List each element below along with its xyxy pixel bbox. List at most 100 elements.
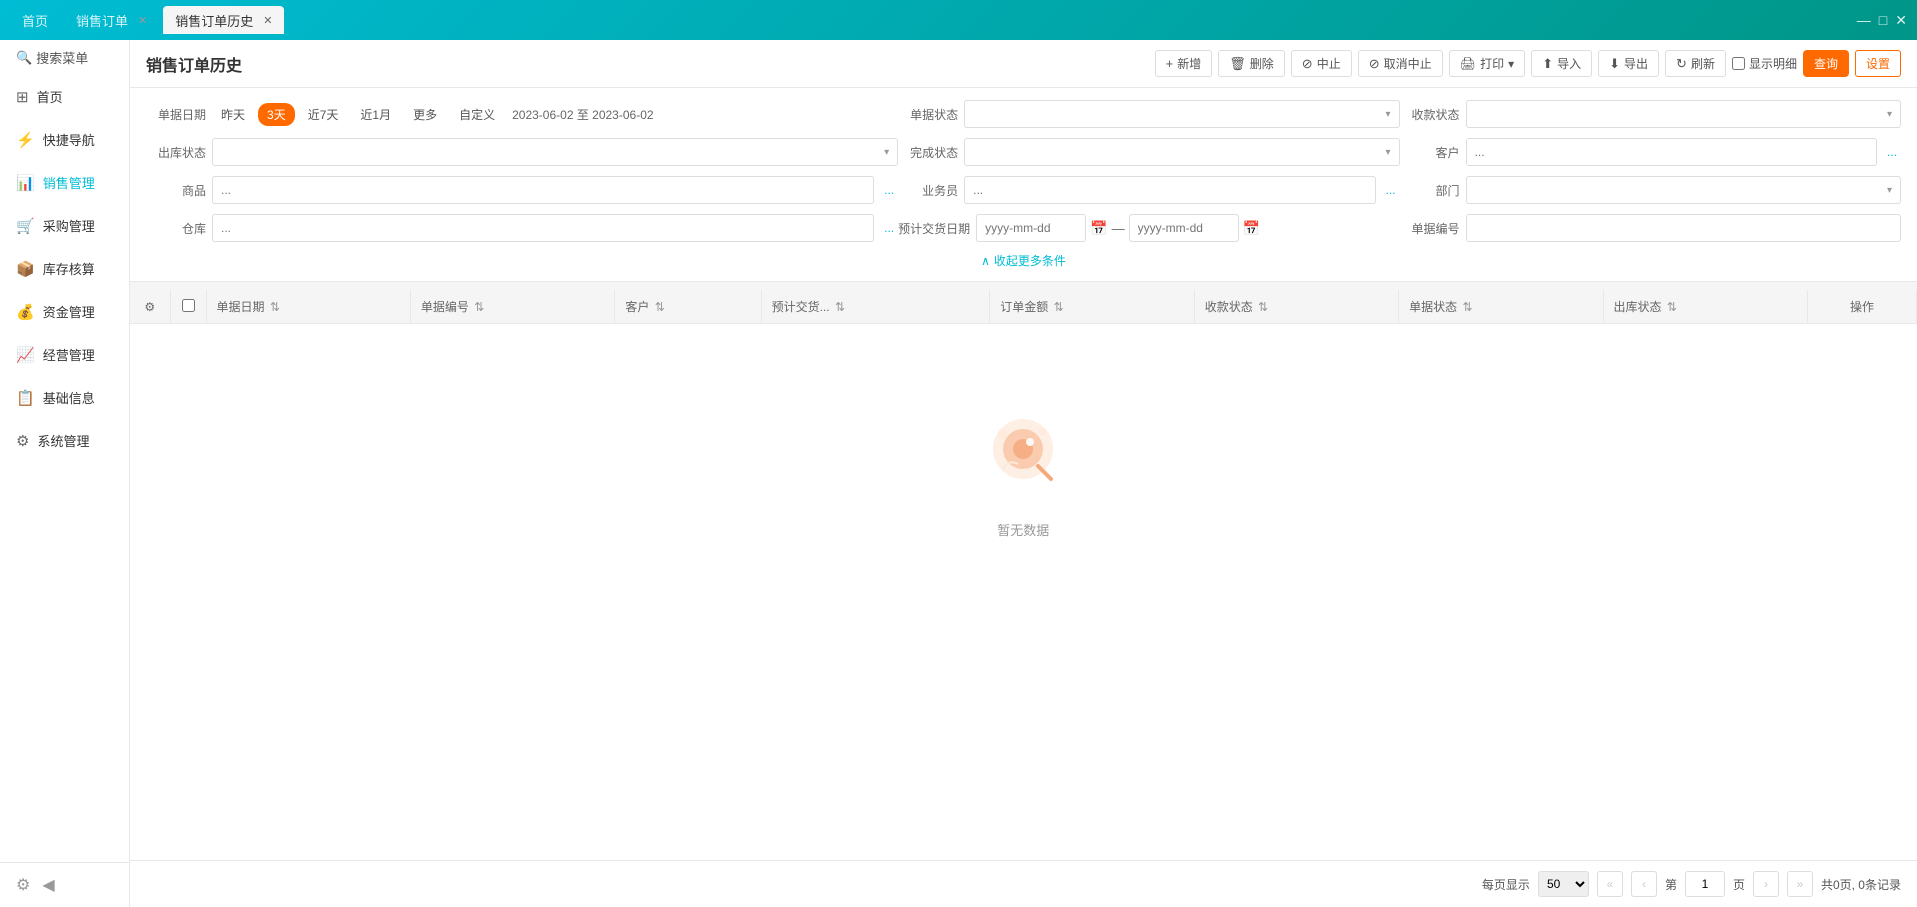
tab-sales-order-history[interactable]: 销售订单历史 ✕ [163, 6, 284, 34]
stop-button[interactable]: ⊘ 中止 [1291, 50, 1352, 77]
page-size-label: 每页显示 [1482, 876, 1530, 893]
col-date-label: 单据日期 [217, 300, 265, 314]
collapse-button[interactable]: ∧ 收起更多条件 [146, 252, 1901, 269]
sidebar-item-basic-info[interactable]: 📋 基础信息 [0, 376, 129, 419]
query-button[interactable]: 查询 [1803, 50, 1849, 77]
date-tag-more[interactable]: 更多 [404, 103, 446, 126]
doc-status-select[interactable]: ▾ [964, 100, 1399, 128]
salesperson-ellipsis-icon[interactable]: ... [1382, 183, 1400, 197]
filter-salesperson: 业务员 ... [898, 176, 1399, 204]
department-select[interactable]: ▾ [1466, 176, 1901, 204]
date-tag-today[interactable]: 昨天 [212, 103, 254, 126]
cancel-stop-label: 取消中止 [1384, 55, 1432, 72]
sidebar-search[interactable]: 🔍 搜索菜单 [0, 40, 129, 75]
inventory-icon: 📦 [16, 260, 35, 278]
date-tag-custom[interactable]: 自定义 [450, 103, 504, 126]
salesperson-input[interactable] [964, 176, 1375, 204]
col-no[interactable]: 单据编号 ⇅ [410, 290, 614, 324]
col-doc-status[interactable]: 单据状态 ⇅ [1399, 290, 1603, 324]
tab-sales-order-history-close[interactable]: ✕ [263, 14, 272, 27]
product-ellipsis-icon[interactable]: ... [880, 183, 898, 197]
filter-customer: 客户 ... [1400, 138, 1901, 166]
page-size-select[interactable]: 10 20 50 100 [1538, 871, 1589, 897]
col-doc-status-label: 单据状态 [1409, 300, 1457, 314]
next-page-button[interactable]: › [1753, 871, 1779, 897]
outbound-status-label: 出库状态 [146, 144, 206, 161]
col-delivery[interactable]: 预计交货... ⇅ [761, 290, 990, 324]
sidebar-item-operations[interactable]: 📈 经营管理 [0, 333, 129, 376]
delivery-date-from[interactable] [976, 214, 1086, 242]
export-button[interactable]: ⬇ 导出 [1598, 50, 1659, 77]
delivery-date-to[interactable] [1129, 214, 1239, 242]
first-page-button[interactable]: « [1597, 871, 1623, 897]
next-page-icon: › [1764, 877, 1768, 891]
filter-row-date: 单据日期 昨天 3天 近7天 近1月 更多 自定义 2023-06-02 至 2… [146, 100, 1901, 128]
date-tag-7days[interactable]: 近7天 [299, 103, 348, 126]
calendar-to-icon[interactable]: 📅 [1243, 220, 1260, 237]
completion-status-select[interactable]: ▾ [964, 138, 1399, 166]
sort-customer-icon: ⇅ [655, 300, 665, 314]
product-input[interactable] [212, 176, 874, 204]
col-action-label: 操作 [1850, 300, 1874, 314]
warehouse-input[interactable] [212, 214, 874, 242]
sidebar-item-finance[interactable]: 💰 资金管理 [0, 290, 129, 333]
settings-button[interactable]: 设置 [1855, 50, 1901, 77]
warehouse-ellipsis-icon[interactable]: ... [880, 221, 898, 235]
collapse-sidebar-icon[interactable]: ◀ [42, 875, 54, 895]
import-button[interactable]: ⬆ 导入 [1531, 50, 1592, 77]
date-tag-3days[interactable]: 3天 [258, 103, 295, 126]
new-button[interactable]: + 新增 [1155, 50, 1213, 77]
sidebar-item-home-label: 首页 [37, 87, 63, 106]
close-window-icon[interactable]: ✕ [1895, 12, 1907, 29]
sidebar-item-system[interactable]: ⚙ 系统管理 [0, 419, 129, 462]
date-tag-1month[interactable]: 近1月 [351, 103, 400, 126]
tab-sales-order[interactable]: 销售订单 ✕ [64, 6, 159, 34]
customer-input[interactable] [1466, 138, 1877, 166]
refresh-button[interactable]: ↻ 刷新 [1665, 50, 1726, 77]
filter-warehouse: 仓库 ... [146, 214, 898, 242]
print-button[interactable]: 🖨 打印 ▾ [1449, 50, 1526, 77]
customer-ellipsis-icon[interactable]: ... [1883, 145, 1901, 159]
calendar-from-icon[interactable]: 📅 [1090, 220, 1107, 237]
maximize-icon[interactable]: □ [1879, 12, 1887, 28]
cancel-stop-button[interactable]: ⊘ 取消中止 [1358, 50, 1443, 77]
last-page-button[interactable]: » [1787, 871, 1813, 897]
order-no-input[interactable] [1466, 214, 1901, 242]
tab-sales-order-close[interactable]: ✕ [138, 14, 147, 27]
refresh-label: 刷新 [1691, 55, 1715, 72]
col-gear[interactable]: ⚙ [130, 290, 170, 324]
minimize-icon[interactable]: — [1857, 12, 1871, 28]
col-outbound-status[interactable]: 出库状态 ⇅ [1603, 290, 1807, 324]
sidebar-item-purchase[interactable]: 🛒 采购管理 [0, 204, 129, 247]
col-check[interactable] [170, 290, 206, 324]
outbound-status-chevron-icon: ▾ [884, 147, 889, 158]
new-icon: + [1166, 56, 1174, 71]
sidebar-item-quick-nav-label: 快捷导航 [43, 130, 95, 149]
delete-button[interactable]: 🗑 删除 [1218, 50, 1285, 77]
col-date[interactable]: 单据日期 ⇅ [206, 290, 410, 324]
col-customer[interactable]: 客户 ⇅ [615, 290, 761, 324]
sidebar-item-inventory[interactable]: 📦 库存核算 [0, 247, 129, 290]
stop-label: 中止 [1317, 55, 1341, 72]
col-amount[interactable]: 订单金额 ⇅ [990, 290, 1194, 324]
finance-icon: 💰 [16, 303, 35, 321]
tab-home[interactable]: 首页 [10, 6, 60, 34]
receipt-status-chevron-icon: ▾ [1887, 109, 1892, 120]
receipt-status-select[interactable]: ▾ [1466, 100, 1901, 128]
window-controls: — □ ✕ [1857, 12, 1907, 29]
prev-page-button[interactable]: ‹ [1631, 871, 1657, 897]
sort-no-icon: ⇅ [474, 300, 484, 314]
sidebar-item-sales[interactable]: 📊 销售管理 [0, 161, 129, 204]
tab-sales-order-label: 销售订单 [76, 11, 128, 30]
display-toggle-checkbox[interactable] [1732, 57, 1745, 70]
page-number-input[interactable] [1685, 871, 1725, 897]
settings-bottom-icon[interactable]: ⚙ [16, 875, 30, 895]
col-receipt-status[interactable]: 收款状态 ⇅ [1194, 290, 1398, 324]
select-all-checkbox[interactable] [182, 299, 195, 312]
sidebar-item-quick-nav[interactable]: ⚡ 快捷导航 [0, 118, 129, 161]
display-toggle[interactable]: 显示明细 [1732, 55, 1797, 72]
outbound-status-select[interactable]: ▾ [212, 138, 898, 166]
col-action: 操作 [1807, 290, 1916, 324]
sidebar-item-home[interactable]: ⊞ 首页 [0, 75, 129, 118]
page-header: 销售订单历史 + 新增 🗑 删除 ⊘ 中止 ⊘ 取消中止 [130, 40, 1917, 88]
